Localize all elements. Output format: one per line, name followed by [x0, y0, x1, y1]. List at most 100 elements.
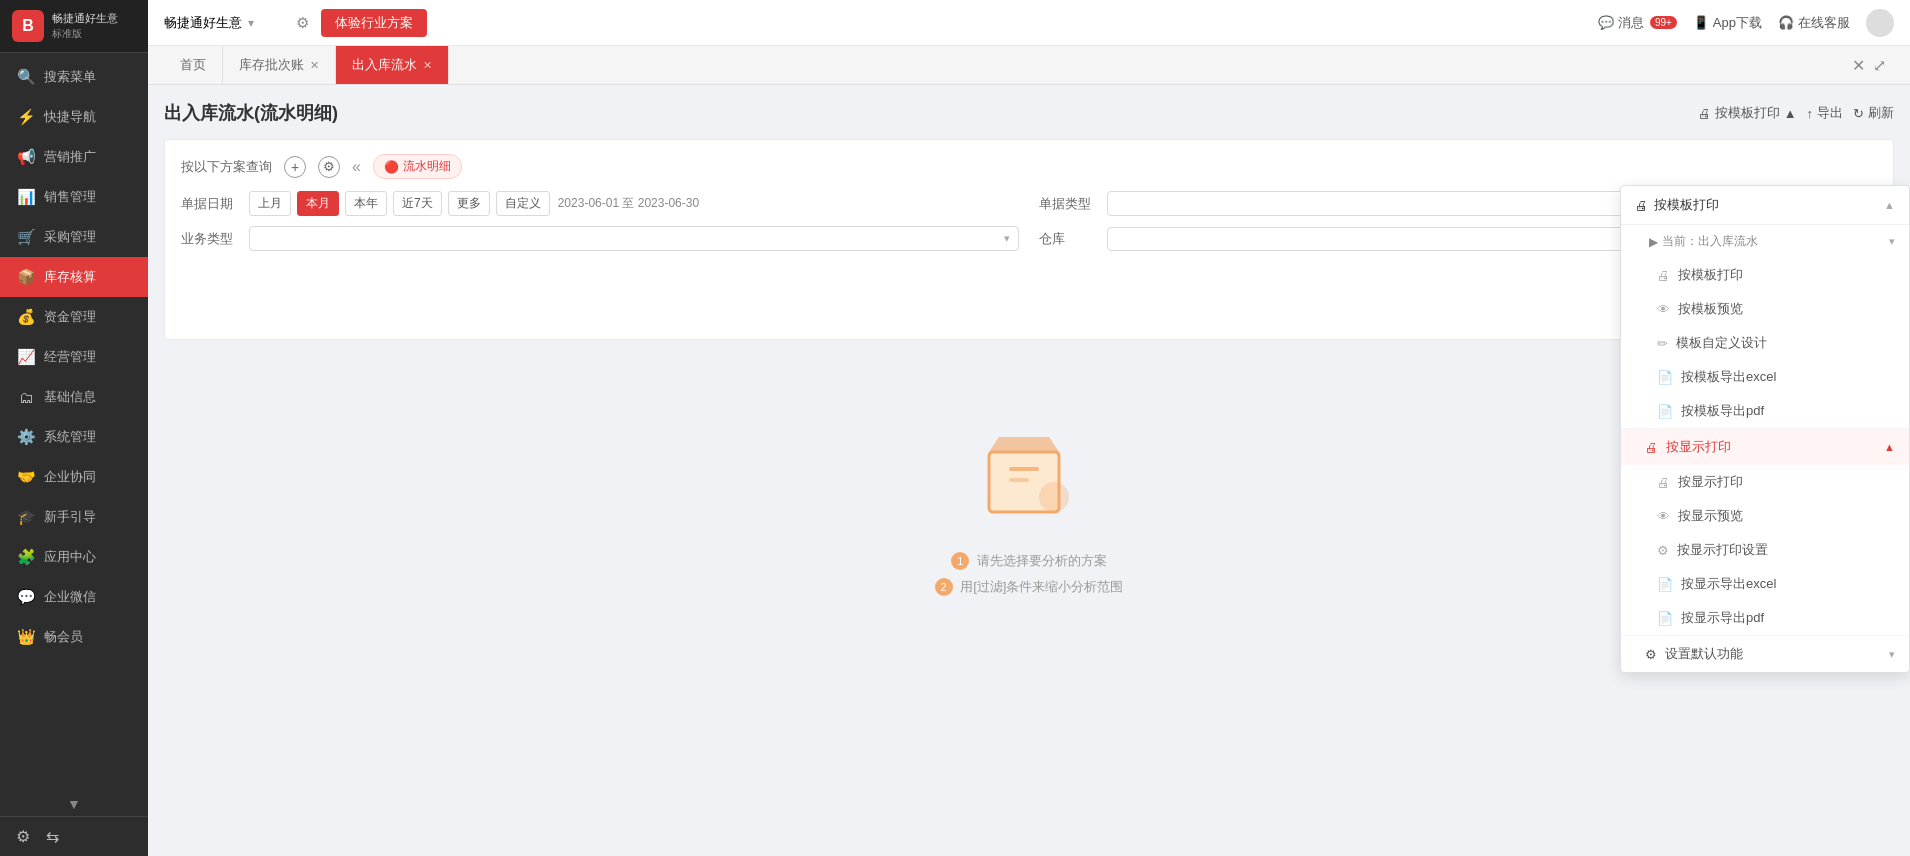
message-button[interactable]: 💬 消息 99+ — [1598, 14, 1677, 32]
dropdown-item-template-print[interactable]: 🖨 按模板打印 — [1621, 258, 1909, 292]
filter-settings-button[interactable]: ⚙ — [318, 156, 340, 178]
sidebar-item-appcenter[interactable]: 🧩 应用中心 — [0, 537, 148, 577]
tab-batch[interactable]: 库存批次账 ✕ — [223, 46, 336, 84]
sidebar-item-member[interactable]: 👑 畅会员 — [0, 617, 148, 657]
chevron-up-icon: ▲ — [1784, 106, 1797, 121]
sidebar-footer: ⚙ ⇆ — [0, 816, 148, 856]
scroll-down-button[interactable]: ▼ — [67, 796, 81, 812]
sidebar-item-search[interactable]: 🔍 搜索菜单 — [0, 57, 148, 97]
printer-icon3: 🖨 — [1657, 268, 1670, 283]
sidebar-item-label: 资金管理 — [44, 308, 96, 326]
marketing-icon: 📢 — [16, 147, 36, 167]
sidebar-item-operation[interactable]: 📈 经营管理 — [0, 337, 148, 377]
tab-flow[interactable]: 出入库流水 ✕ — [336, 46, 449, 84]
dropdown-display-section: 🖨 按显示打印 👁 按显示预览 ⚙ 按显示打印设置 📄 按显示导出excel 📄 — [1621, 465, 1909, 636]
topbar-brand: 畅捷通好生意 ▾ — [164, 14, 284, 32]
refresh-label: 刷新 — [1868, 104, 1894, 122]
filter-add-button[interactable]: + — [284, 156, 306, 178]
dropdown-item-template-preview[interactable]: 👁 按模板预览 — [1621, 292, 1909, 326]
page-actions: 🖨 按模板打印 ▲ ↑ 导出 ↻ 刷新 — [1698, 104, 1894, 122]
svg-point-4 — [1039, 482, 1069, 512]
system-icon: ⚙️ — [16, 427, 36, 447]
filter-collapse-icon[interactable]: « — [352, 158, 361, 176]
sidebar-item-label: 企业微信 — [44, 588, 96, 606]
settings-icon[interactable]: ⚙ — [16, 827, 30, 846]
dropdown-footer[interactable]: ⚙ 设置默认功能 ▾ — [1621, 636, 1909, 672]
filter-tag-icon: 🔴 — [384, 160, 399, 174]
sidebar-item-label: 系统管理 — [44, 428, 96, 446]
filter-tag-label: 流水明细 — [403, 158, 451, 175]
empty-illustration — [979, 432, 1079, 532]
app-download-button[interactable]: 📱 App下载 — [1693, 14, 1762, 32]
sidebar-scroll-down[interactable]: ▼ — [0, 792, 148, 816]
user-avatar[interactable] — [1866, 9, 1894, 37]
filter-biztype-field: 业务类型 ▾ — [181, 226, 1019, 251]
phone-icon: 📱 — [1693, 15, 1709, 30]
sidebar-item-label: 基础信息 — [44, 388, 96, 406]
sidebar-item-label: 企业协同 — [44, 468, 96, 486]
tab-home-label: 首页 — [180, 56, 206, 74]
page-header: 出入库流水(流水明细) 🖨 按模板打印 ▲ ↑ 导出 ↻ 刷新 — [164, 101, 1894, 125]
tab-home[interactable]: 首页 — [164, 46, 223, 84]
warehouse-field-label: 仓库 — [1039, 230, 1099, 248]
sidebar-item-cooperation[interactable]: 🤝 企业协同 — [0, 457, 148, 497]
refresh-button[interactable]: ↻ 刷新 — [1853, 104, 1894, 122]
close-tab-button[interactable]: ✕ — [1852, 56, 1865, 75]
sidebar-item-marketing[interactable]: 📢 营销推广 — [0, 137, 148, 177]
pdf-icon: 📄 — [1657, 404, 1673, 419]
doctype-field-label: 单据类型 — [1039, 195, 1099, 213]
sidebar-item-label: 新手引导 — [44, 508, 96, 526]
sidebar-item-system[interactable]: ⚙️ 系统管理 — [0, 417, 148, 457]
sidebar-item-label: 搜索菜单 — [44, 68, 96, 86]
dropdown-item-display-settings[interactable]: ⚙ 按显示打印设置 — [1621, 533, 1909, 567]
dropdown-item-template-custom[interactable]: ✏ 模板自定义设计 — [1621, 326, 1909, 360]
expand-tab-button[interactable]: ⤢ — [1873, 56, 1886, 75]
tab-flow-close-icon[interactable]: ✕ — [423, 59, 432, 72]
dropdown-item-display-print[interactable]: 🖨 按显示打印 — [1621, 465, 1909, 499]
date-cur-month-button[interactable]: 本月 — [297, 191, 339, 216]
sidebar-item-label: 经营管理 — [44, 348, 96, 366]
topbar-actions: 💬 消息 99+ 📱 App下载 🎧 在线客服 — [1598, 9, 1894, 37]
date-more-button[interactable]: 更多 — [448, 191, 490, 216]
date-cur-year-button[interactable]: 本年 — [345, 191, 387, 216]
dropdown-item-display-preview[interactable]: 👁 按显示预览 — [1621, 499, 1909, 533]
dropdown-header-arrow[interactable]: ▲ — [1884, 199, 1895, 211]
topbar-brand-text: 畅捷通好生意 — [164, 14, 242, 32]
sidebar-item-guide[interactable]: 🎓 新手引导 — [0, 497, 148, 537]
app-version: 标准版 — [52, 27, 118, 41]
sidebar-item-shortcut[interactable]: ⚡ 快捷导航 — [0, 97, 148, 137]
date-custom-button[interactable]: 自定义 — [496, 191, 550, 216]
industry-solution-button[interactable]: 体验行业方案 — [321, 9, 427, 37]
collapse-sidebar-icon[interactable]: ⇆ — [46, 827, 59, 846]
online-service-button[interactable]: 🎧 在线客服 — [1778, 14, 1850, 32]
dropdown-item-display-pdf[interactable]: 📄 按显示导出pdf — [1621, 601, 1909, 635]
dropdown-item-display-excel[interactable]: 📄 按显示导出excel — [1621, 567, 1909, 601]
sidebar-item-inventory[interactable]: 📦 库存核算 — [0, 257, 148, 297]
topbar-chevron-icon[interactable]: ▾ — [248, 16, 254, 30]
template-print-button[interactable]: 🖨 按模板打印 ▲ — [1698, 104, 1797, 122]
topbar-gear-icon[interactable]: ⚙ — [296, 14, 309, 32]
date-7days-button[interactable]: 近7天 — [393, 191, 442, 216]
sidebar-item-label: 销售管理 — [44, 188, 96, 206]
filter-tag: 🔴 流水明细 — [373, 154, 462, 179]
dropdown-current-label: ▶ 当前：出入库流水 ▾ — [1621, 225, 1909, 258]
sidebar-item-basic[interactable]: 🗂 基础信息 — [0, 377, 148, 417]
guide-icon: 🎓 — [16, 507, 36, 527]
date-prev-month-button[interactable]: 上月 — [249, 191, 291, 216]
tabbar-right-actions: ✕ ⤢ — [1844, 56, 1894, 75]
export-button[interactable]: ↑ 导出 — [1807, 104, 1844, 122]
tab-batch-close-icon[interactable]: ✕ — [310, 59, 319, 72]
sidebar-item-label: 畅会员 — [44, 628, 83, 646]
sidebar-item-wechat[interactable]: 💬 企业微信 — [0, 577, 148, 617]
dropdown-item-template-pdf[interactable]: 📄 按模板导出pdf — [1621, 394, 1909, 428]
display-print-icon: 🖨 — [1645, 440, 1658, 455]
sidebar-item-sales[interactable]: 📊 销售管理 — [0, 177, 148, 217]
sidebar-item-purchase[interactable]: 🛒 采购管理 — [0, 217, 148, 257]
dropdown-header: 🖨 按模板打印 ▲ — [1621, 186, 1909, 225]
dropdown-display-section-header[interactable]: 🖨 按显示打印 ▲ — [1621, 429, 1909, 465]
biztype-select[interactable]: ▾ — [249, 226, 1019, 251]
filter-top-row: 按以下方案查询 + ⚙ « 🔴 流水明细 — [181, 154, 1877, 179]
current-chevron-icon: ▾ — [1889, 235, 1895, 248]
dropdown-item-template-excel[interactable]: 📄 按模板导出excel — [1621, 360, 1909, 394]
sidebar-item-finance[interactable]: 💰 资金管理 — [0, 297, 148, 337]
